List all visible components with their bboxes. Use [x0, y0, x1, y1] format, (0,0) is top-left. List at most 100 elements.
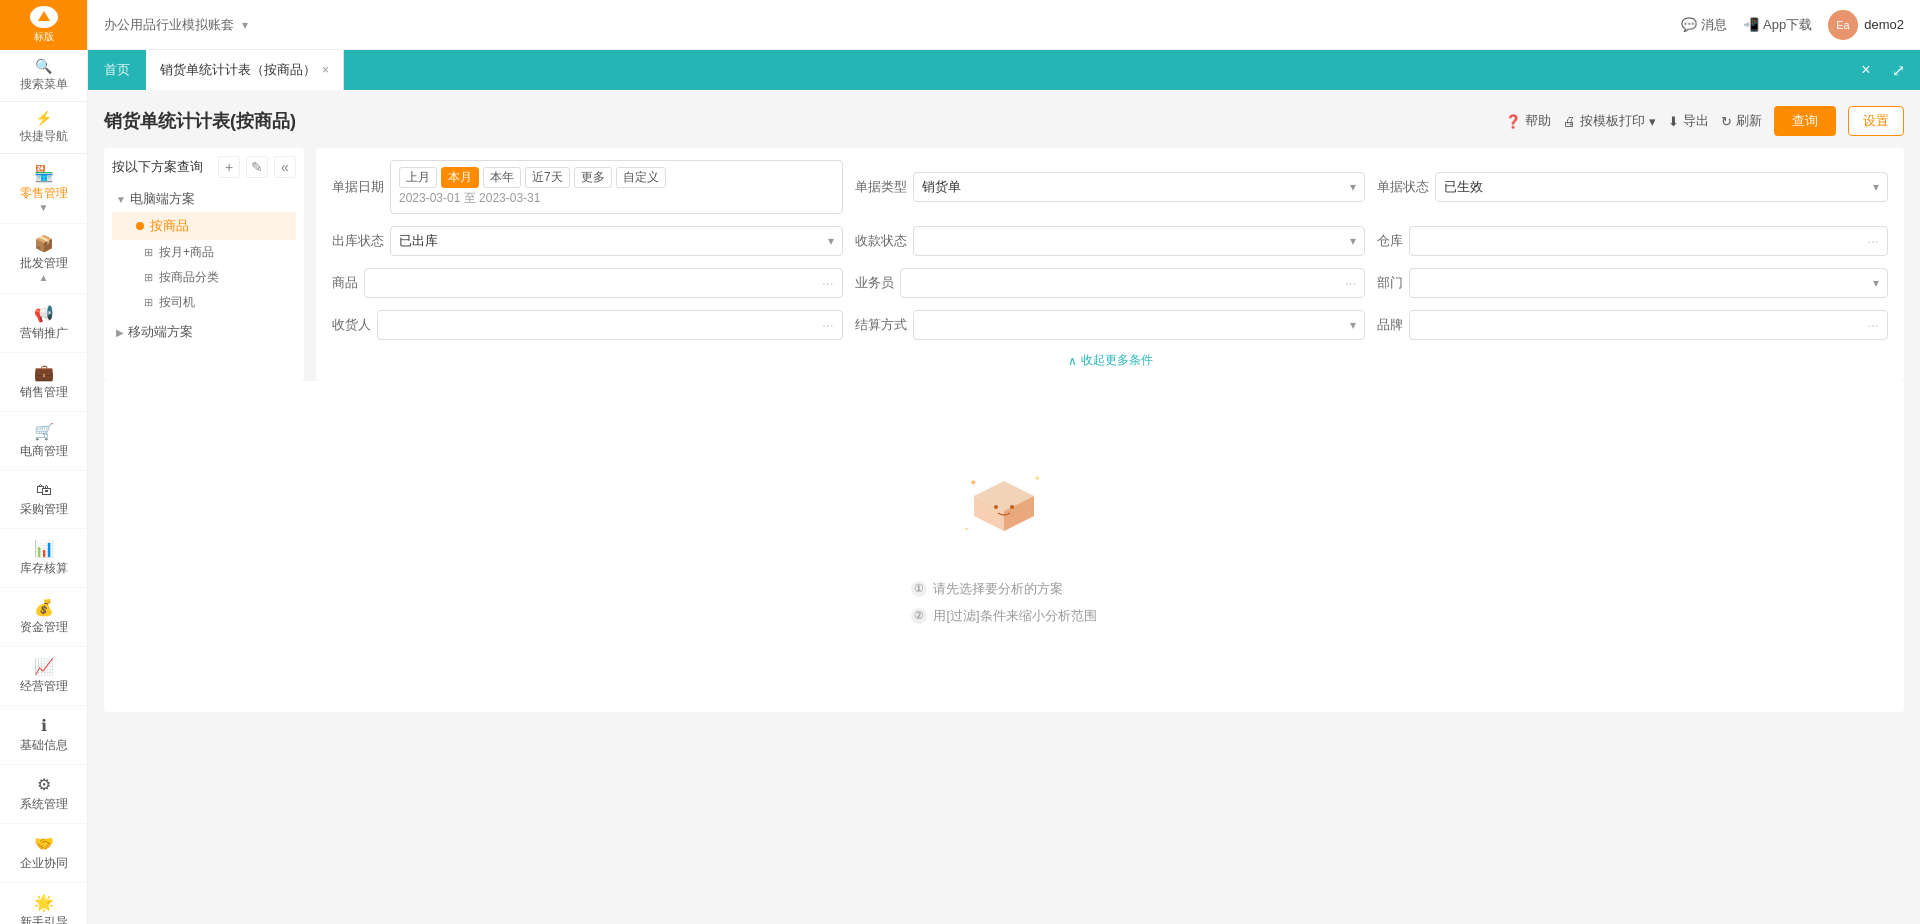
sidebar-item-ecommerce[interactable]: 🛒 电商管理 — [0, 412, 87, 471]
svg-text:✦: ✦ — [1034, 474, 1041, 483]
breadcrumb-dropdown-icon[interactable]: ▾ — [242, 18, 248, 32]
payment-status-label: 收款状态 — [855, 232, 907, 250]
user-name: demo2 — [1864, 17, 1904, 32]
doc-status-control[interactable]: 已生效 ▾ — [1435, 172, 1888, 202]
guide-icon: 🌟 — [34, 893, 54, 912]
sidebar-quick-nav[interactable]: ⚡ 快捷导航 — [0, 102, 87, 154]
system-icon: ⚙ — [37, 775, 51, 794]
collapse-up-icon: ∧ — [1068, 354, 1077, 368]
sidebar-item-enterprise[interactable]: 🤝 企业协同 — [0, 824, 87, 883]
brand-control[interactable]: ··· — [1409, 310, 1888, 340]
svg-point-6 — [1010, 505, 1014, 509]
add-scheme-button[interactable]: + — [218, 156, 240, 178]
settings-button[interactable]: 设置 — [1848, 106, 1904, 136]
doc-status-value: 已生效 — [1444, 178, 1483, 196]
settlement-field: 结算方式 ▾ — [855, 310, 1366, 340]
date-btn-custom[interactable]: 自定义 — [616, 167, 666, 188]
mobile-scheme-group-header[interactable]: ▶ 移动端方案 — [112, 319, 296, 345]
left-panel-title: 按以下方案查询 — [112, 158, 203, 176]
tab-bar: 首页 销货单统计计表（按商品） × × ⤢ — [88, 50, 1920, 90]
settlement-label: 结算方式 — [855, 316, 907, 334]
date-btn-this-month[interactable]: 本月 — [441, 167, 479, 188]
empty-tips: ① 请先选择要分析的方案 ② 用[过滤]条件来缩小分析范围 — [911, 577, 1096, 632]
sidebar-item-finance[interactable]: 💰 资金管理 — [0, 588, 87, 647]
settlement-dropdown-icon: ▾ — [1350, 318, 1356, 332]
help-icon: ❓ — [1505, 114, 1521, 129]
sidebar-item-guide[interactable]: 🌟 新手引导 — [0, 883, 87, 924]
sidebar-item-wholesale[interactable]: 📦 批发管理 ▲ — [0, 224, 87, 294]
logo-text: 标版 — [34, 30, 54, 44]
date-btn-last-month[interactable]: 上月 — [399, 167, 437, 188]
tab-maximize-button[interactable]: ⤢ — [1884, 56, 1912, 84]
sidebar-item-retail[interactable]: 🏪 零售管理 ▼ — [0, 154, 87, 224]
print-button[interactable]: 🖨 按模板打印 ▾ — [1563, 112, 1656, 130]
doc-type-label: 单据类型 — [855, 178, 907, 196]
scheme-item-by-goods[interactable]: 按商品 — [112, 212, 296, 240]
tab-active[interactable]: 销货单统计计表（按商品） × — [146, 50, 344, 90]
collapse-filter-button[interactable]: ∧ 收起更多条件 — [332, 352, 1888, 369]
scheme-subitem-label2: 按商品分类 — [159, 269, 219, 286]
collapse-label: 收起更多条件 — [1081, 352, 1153, 369]
warehouse-dots-icon: ··· — [1867, 233, 1879, 249]
scheme-item-by-month-goods[interactable]: ⊞ 按月+商品 — [112, 240, 296, 265]
svg-text:Ea: Ea — [1837, 19, 1851, 31]
date-btn-this-year[interactable]: 本年 — [483, 167, 521, 188]
warehouse-status-control[interactable]: 已出库 ▾ — [390, 226, 843, 256]
app-download-label: App下载 — [1763, 16, 1812, 34]
refresh-label: 刷新 — [1736, 112, 1762, 130]
date-control[interactable]: 上月 本月 本年 近7天 更多 自定义 2023-03-01 至 2023-03… — [390, 160, 843, 214]
enterprise-label: 企业协同 — [20, 855, 68, 872]
sidebar-menu: 🏪 零售管理 ▼ 📦 批发管理 ▲ 📢 营销推广 💼 销售管理 🛒 电商管理 🛍… — [0, 154, 87, 924]
salesperson-control[interactable]: ··· — [900, 268, 1366, 298]
help-button[interactable]: ❓ 帮助 — [1505, 112, 1551, 130]
sidebar-item-inventory[interactable]: 📊 库存核算 — [0, 529, 87, 588]
search-label: 搜索菜单 — [6, 76, 81, 93]
doc-type-control[interactable]: 销货单 ▾ — [913, 172, 1366, 202]
department-control[interactable]: ▾ — [1409, 268, 1888, 298]
inventory-label: 库存核算 — [20, 560, 68, 577]
sidebar-item-sales[interactable]: 💼 销售管理 — [0, 353, 87, 412]
edit-scheme-button[interactable]: ✎ — [246, 156, 268, 178]
user-menu[interactable]: Ea demo2 — [1828, 10, 1904, 40]
header-left: 办公用品行业模拟账套 ▾ — [104, 16, 248, 34]
sidebar-item-marketing[interactable]: 📢 营销推广 — [0, 294, 87, 353]
sidebar-item-operations[interactable]: 📈 经营管理 — [0, 647, 87, 706]
doc-type-field: 单据类型 销货单 ▾ — [855, 160, 1366, 214]
sidebar-item-basic[interactable]: ℹ 基础信息 — [0, 706, 87, 765]
date-btn-more[interactable]: 更多 — [574, 167, 612, 188]
receiver-label: 收货人 — [332, 316, 371, 334]
receiver-control[interactable]: ··· — [377, 310, 843, 340]
date-btn-7days[interactable]: 近7天 — [525, 167, 570, 188]
scheme-item-by-category[interactable]: ⊞ 按商品分类 — [112, 265, 296, 290]
sidebar-item-purchase[interactable]: 🛍 采购管理 — [0, 471, 87, 529]
scheme-item-by-driver[interactable]: ⊞ 按司机 — [112, 290, 296, 315]
tab-close-icon[interactable]: × — [322, 63, 329, 77]
pc-scheme-group-header[interactable]: ▼ 电脑端方案 — [112, 186, 296, 212]
department-dropdown-icon: ▾ — [1873, 276, 1879, 290]
marketing-label: 营销推广 — [20, 325, 68, 342]
tab-home[interactable]: 首页 — [88, 50, 146, 90]
message-button[interactable]: 💬 消息 — [1681, 16, 1727, 34]
edit-icon: ✎ — [251, 159, 263, 175]
tab-close-button[interactable]: × — [1852, 56, 1880, 84]
print-dropdown-icon: ▾ — [1649, 114, 1656, 129]
brand-label: 品牌 — [1377, 316, 1403, 334]
refresh-button[interactable]: ↻ 刷新 — [1721, 112, 1762, 130]
right-filter: 单据日期 上月 本月 本年 近7天 更多 自定义 2023-03-01 至 20… — [316, 148, 1904, 381]
collapse-panel-button[interactable]: « — [274, 156, 296, 178]
payment-status-control[interactable]: ▾ — [913, 226, 1366, 256]
sidebar-item-system[interactable]: ⚙ 系统管理 — [0, 765, 87, 824]
print-label: 按模板打印 — [1580, 112, 1645, 130]
department-field: 部门 ▾ — [1377, 268, 1888, 298]
tip2-text: 用[过滤]条件来缩小分析范围 — [933, 604, 1096, 627]
sidebar-search[interactable]: 🔍 搜索菜单 — [0, 50, 87, 102]
operations-label: 经营管理 — [20, 678, 68, 695]
export-button[interactable]: ⬇ 导出 — [1668, 112, 1709, 130]
query-button[interactable]: 查询 — [1774, 106, 1836, 136]
retail-expand-icon: ▼ — [39, 202, 49, 213]
app-download-button[interactable]: 📲 App下载 — [1743, 16, 1812, 34]
goods-control[interactable]: ··· — [364, 268, 843, 298]
warehouse-control[interactable]: ··· — [1409, 226, 1888, 256]
content-card: ✦ ✦ ✦ ① 请先选择要分析的方案 ② 用[过滤]条件来缩小分析范围 — [104, 381, 1904, 712]
settlement-control[interactable]: ▾ — [913, 310, 1366, 340]
